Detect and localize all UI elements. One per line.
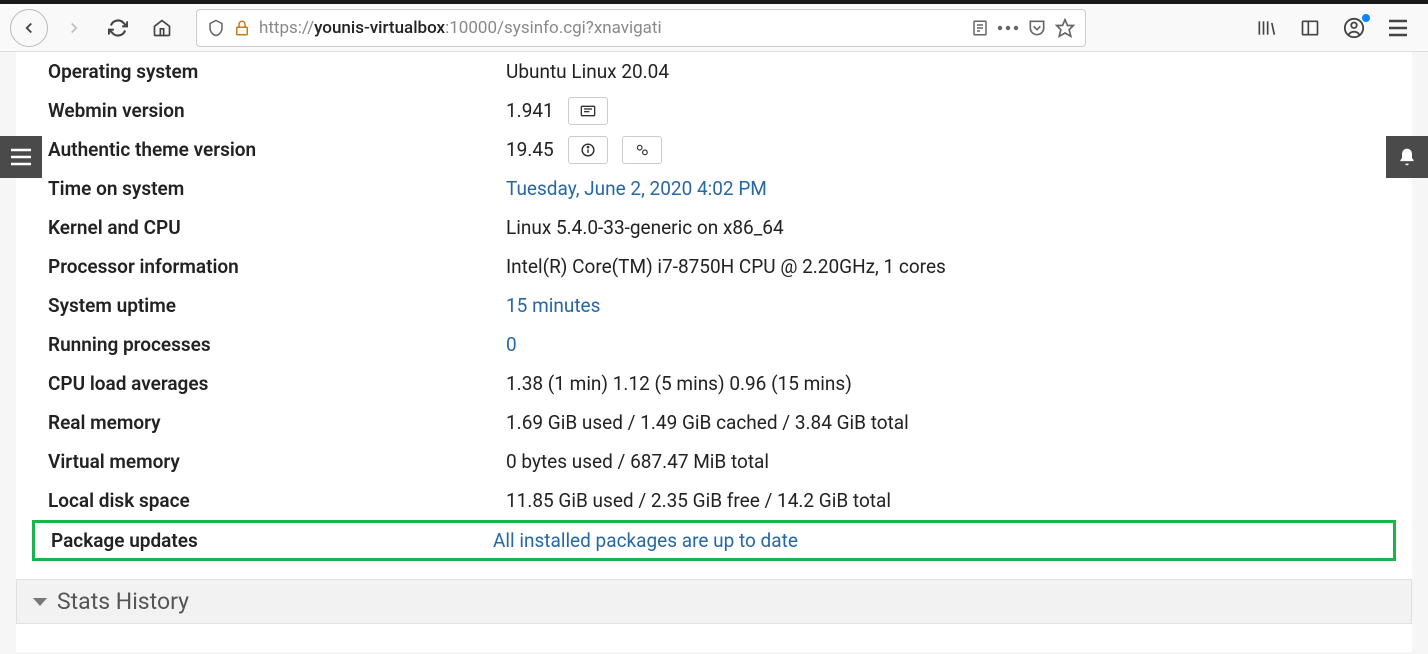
address-bar[interactable]: https://younis-virtualbox:10000/sysinfo.… xyxy=(196,9,1086,47)
value-processes[interactable]: 0 xyxy=(506,333,517,356)
label-disk: Local disk space xyxy=(48,489,506,512)
value-load: 1.38 (1 min) 1.12 (5 mins) 0.96 (15 mins… xyxy=(506,372,852,395)
label-updates: Package updates xyxy=(51,529,493,552)
row-load: CPU load averages 1.38 (1 min) 1.12 (5 m… xyxy=(48,364,1380,403)
shield-icon[interactable] xyxy=(207,19,225,37)
label-processes: Running processes xyxy=(48,333,506,356)
back-button[interactable] xyxy=(10,9,48,47)
value-updates[interactable]: All installed packages are up to date xyxy=(493,529,798,552)
pocket-icon[interactable] xyxy=(1027,18,1047,38)
row-processes: Running processes 0 xyxy=(48,325,1380,364)
reader-mode-icon[interactable] xyxy=(971,19,989,37)
theme-settings-button[interactable] xyxy=(622,136,662,164)
refresh-button[interactable] xyxy=(100,10,136,46)
system-info-panel: Operating system Ubuntu Linux 20.04 Webm… xyxy=(16,52,1412,652)
notification-dot xyxy=(1362,14,1370,22)
value-time[interactable]: Tuesday, June 2, 2020 4:02 PM xyxy=(506,177,767,200)
label-webmin: Webmin version xyxy=(48,99,506,122)
package-updates-highlight: Package updates All installed packages a… xyxy=(32,520,1396,561)
theme-info-button[interactable] xyxy=(568,136,608,164)
label-kernel: Kernel and CPU xyxy=(48,216,506,239)
browser-toolbar: https://younis-virtualbox:10000/sysinfo.… xyxy=(0,4,1428,52)
library-icon[interactable] xyxy=(1246,10,1286,46)
value-kernel: Linux 5.4.0-33-generic on x86_64 xyxy=(506,216,784,239)
value-webmin: 1.941 xyxy=(506,99,554,122)
label-realmem: Real memory xyxy=(48,411,506,434)
stats-history-header[interactable]: Stats History xyxy=(16,579,1412,624)
row-uptime: System uptime 15 minutes xyxy=(48,286,1380,325)
label-load: CPU load averages xyxy=(48,372,506,395)
menu-icon[interactable] xyxy=(1378,10,1418,46)
sidebar-toggle-icon[interactable] xyxy=(1290,10,1330,46)
label-uptime: System uptime xyxy=(48,294,506,317)
label-os: Operating system xyxy=(48,60,506,83)
lock-warning-icon[interactable] xyxy=(233,19,251,37)
bookmark-icon[interactable] xyxy=(1055,18,1075,38)
label-theme: Authentic theme version xyxy=(48,138,506,161)
value-os: Ubuntu Linux 20.04 xyxy=(506,60,669,83)
webmin-changelog-button[interactable] xyxy=(568,97,608,125)
url-text: https://younis-virtualbox:10000/sysinfo.… xyxy=(259,18,963,38)
row-updates: Package updates All installed packages a… xyxy=(51,529,1377,552)
row-time: Time on system Tuesday, June 2, 2020 4:0… xyxy=(48,169,1380,208)
chevron-down-icon xyxy=(33,598,47,606)
page-actions-icon[interactable] xyxy=(997,25,1019,31)
stats-history-title: Stats History xyxy=(57,588,189,615)
row-virtual-memory: Virtual memory 0 bytes used / 687.47 MiB… xyxy=(48,442,1380,481)
row-real-memory: Real memory 1.69 GiB used / 1.49 GiB cac… xyxy=(48,403,1380,442)
row-processor: Processor information Intel(R) Core(TM) … xyxy=(48,247,1380,286)
value-uptime[interactable]: 15 minutes xyxy=(506,294,600,317)
forward-button[interactable] xyxy=(56,10,92,46)
row-webmin-version: Webmin version 1.941 xyxy=(48,91,1380,130)
label-virtmem: Virtual memory xyxy=(48,450,506,473)
row-theme-version: Authentic theme version 19.45 xyxy=(48,130,1380,169)
webmin-menu-toggle[interactable] xyxy=(0,136,42,178)
row-kernel: Kernel and CPU Linux 5.4.0-33-generic on… xyxy=(48,208,1380,247)
value-realmem: 1.69 GiB used / 1.49 GiB cached / 3.84 G… xyxy=(506,411,909,434)
account-icon[interactable] xyxy=(1334,10,1374,46)
notifications-toggle[interactable] xyxy=(1386,136,1428,178)
home-button[interactable] xyxy=(144,10,180,46)
row-operating-system: Operating system Ubuntu Linux 20.04 xyxy=(48,52,1380,91)
value-theme: 19.45 xyxy=(506,138,554,161)
value-processor: Intel(R) Core(TM) i7-8750H CPU @ 2.20GHz… xyxy=(506,255,946,278)
row-disk: Local disk space 11.85 GiB used / 2.35 G… xyxy=(48,481,1380,520)
label-processor: Processor information xyxy=(48,255,506,278)
value-virtmem: 0 bytes used / 687.47 MiB total xyxy=(506,450,769,473)
value-disk: 11.85 GiB used / 2.35 GiB free / 14.2 Gi… xyxy=(506,489,891,512)
label-time: Time on system xyxy=(48,177,506,200)
